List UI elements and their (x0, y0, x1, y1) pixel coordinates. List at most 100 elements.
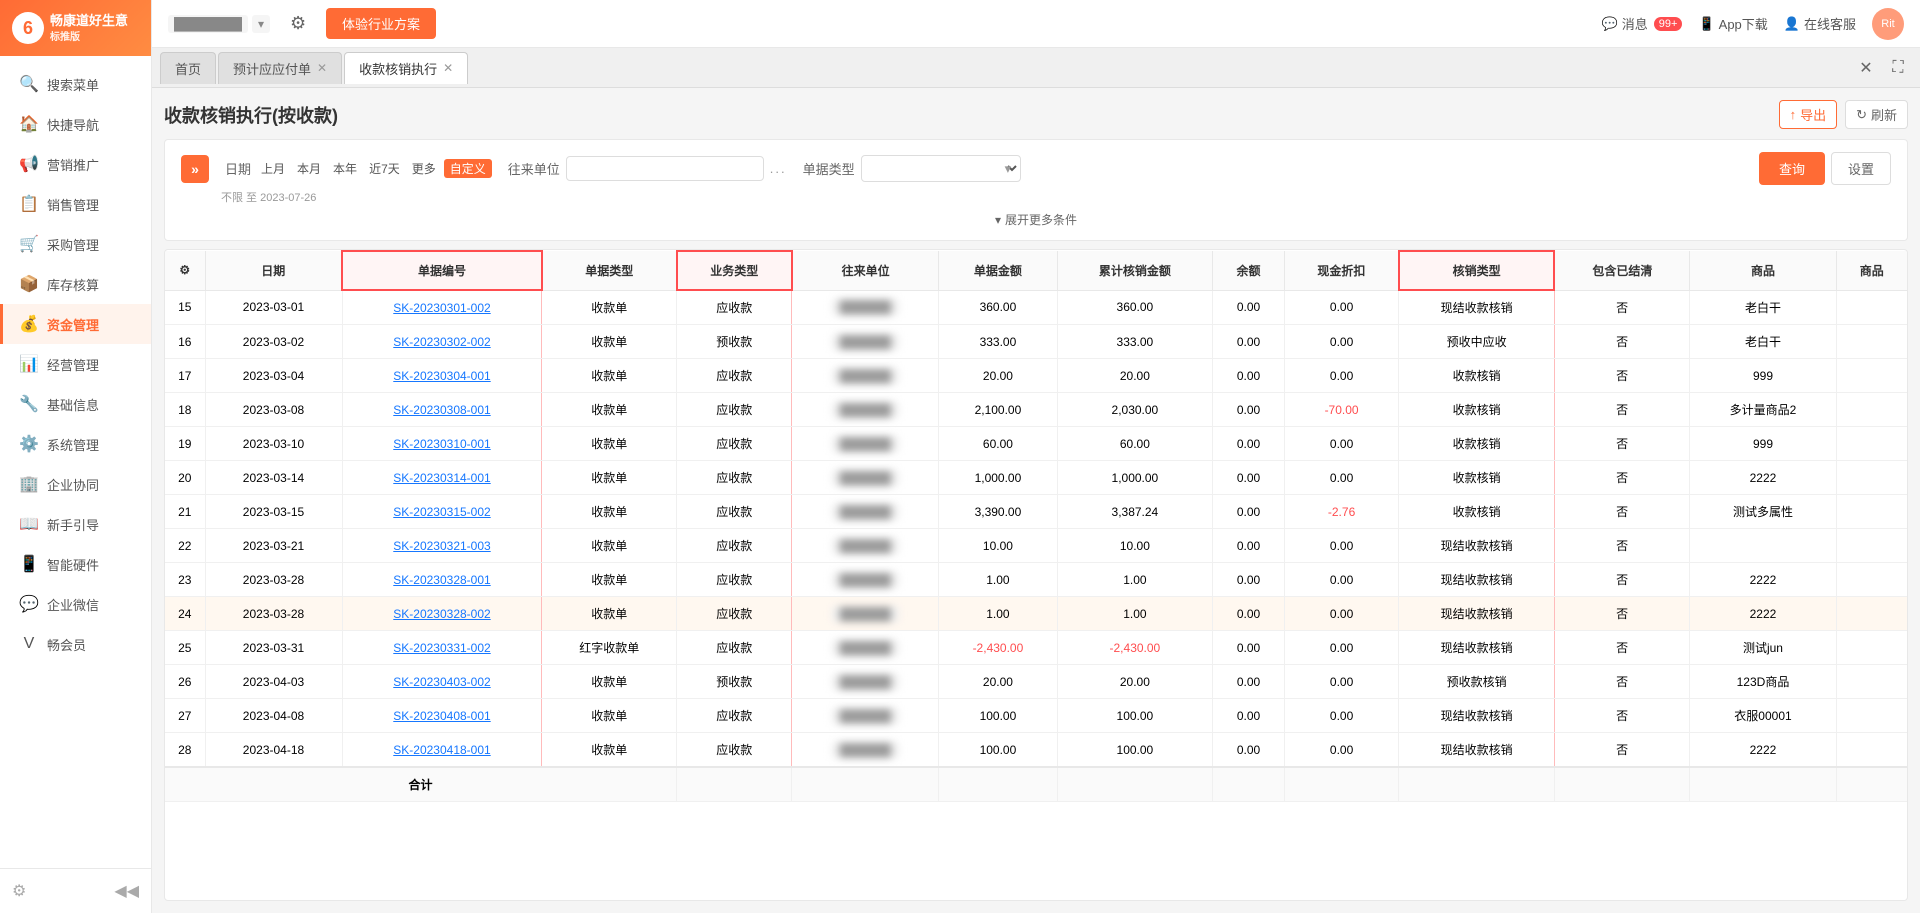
cell-goods2 (1836, 325, 1907, 359)
col-header-cumcancel[interactable]: 累计核销金额 (1057, 251, 1213, 290)
cell-singleno[interactable]: SK-20230304-001 (342, 359, 542, 393)
tab-collection[interactable]: 收款核销执行✕ (344, 52, 468, 84)
singleno-link[interactable]: SK-20230302-002 (393, 335, 490, 349)
cell-singleno[interactable]: SK-20230328-002 (342, 597, 542, 631)
col-header-includeclear[interactable]: 包含已结清 (1554, 251, 1689, 290)
sidebar-item-hardware[interactable]: 📱智能硬件 (0, 544, 151, 584)
date-custom-button[interactable]: 自定义 (444, 159, 492, 178)
cell-singleno[interactable]: SK-20230314-001 (342, 461, 542, 495)
cell-singleno[interactable]: SK-20230315-002 (342, 495, 542, 529)
filter-expand-button[interactable]: » (181, 155, 209, 183)
cell-singleno[interactable]: SK-20230321-003 (342, 529, 542, 563)
expand-more-button[interactable]: ▾ 展开更多条件 (181, 211, 1891, 228)
partner-value: ██████ (832, 334, 899, 350)
sidebar-item-purchase[interactable]: 🛒采购管理 (0, 224, 151, 264)
cell-amount: 100.00 (939, 733, 1057, 768)
cell-singleno[interactable]: SK-20230331-002 (342, 631, 542, 665)
tab-close-prepay[interactable]: ✕ (317, 61, 327, 75)
cell-singleno[interactable]: SK-20230308-001 (342, 393, 542, 427)
app-download-button[interactable]: 📱 App下载 (1698, 14, 1767, 33)
table-scroll[interactable]: ⚙日期单据编号单据类型业务类型往来单位单据金额累计核销金额余额现金折扣核销类型包… (165, 250, 1907, 900)
export-button[interactable]: ↑ 导出 (1779, 100, 1838, 129)
col-header-singleno[interactable]: 单据编号 (342, 251, 542, 290)
cell-singleno[interactable]: SK-20230301-002 (342, 290, 542, 325)
col-header-balance[interactable]: 余额 (1213, 251, 1285, 290)
sidebar-item-search[interactable]: 🔍搜索菜单 (0, 64, 151, 104)
online-service-button[interactable]: 👤 在线客服 (1784, 14, 1856, 33)
message-button[interactable]: 💬 消息 99+ (1602, 14, 1683, 33)
sidebar-item-basics[interactable]: 🔧基础信息 (0, 384, 151, 424)
footer-value-cumcancel (1057, 767, 1213, 802)
singleno-link[interactable]: SK-20230331-002 (393, 641, 490, 655)
cell-singleno[interactable]: SK-20230408-001 (342, 699, 542, 733)
singleno-link[interactable]: SK-20230403-002 (393, 675, 490, 689)
sidebar-item-quicknav[interactable]: 🏠快捷导航 (0, 104, 151, 144)
singleno-link[interactable]: SK-20230328-001 (393, 573, 490, 587)
tab-home[interactable]: 首页 (160, 52, 216, 84)
singleno-link[interactable]: SK-20230315-002 (393, 505, 490, 519)
date-shortcut-更多[interactable]: 更多 (408, 158, 440, 179)
collapse-icon[interactable]: ◀◀ (114, 881, 139, 901)
col-header-amount[interactable]: 单据金额 (939, 251, 1057, 290)
org-selector[interactable]: ████████ ▾ (168, 15, 270, 33)
singleno-link[interactable]: SK-20230314-001 (393, 471, 490, 485)
date-shortcut-本月[interactable]: 本月 (293, 158, 325, 179)
singleno-link[interactable]: SK-20230328-002 (393, 607, 490, 621)
singleno-link[interactable]: SK-20230408-001 (393, 709, 490, 723)
refresh-button[interactable]: ↻ 刷新 (1845, 100, 1908, 129)
cell-singleno[interactable]: SK-20230310-001 (342, 427, 542, 461)
singleno-link[interactable]: SK-20230301-002 (393, 301, 490, 315)
sidebar-item-sales[interactable]: 📋销售管理 (0, 184, 151, 224)
cell-singleno[interactable]: SK-20230328-001 (342, 563, 542, 597)
industry-solution-button[interactable]: 体验行业方案 (326, 8, 436, 39)
col-header-partner[interactable]: 往来单位 (792, 251, 939, 290)
singleno-link[interactable]: SK-20230310-001 (393, 437, 490, 451)
partner-dots[interactable]: ... (770, 161, 787, 176)
sidebar-item-corp[interactable]: 🏢企业协同 (0, 464, 151, 504)
tab-close-collection[interactable]: ✕ (443, 61, 453, 75)
partner-value: ██████ (832, 436, 899, 452)
date-shortcut-本年[interactable]: 本年 (329, 158, 361, 179)
partner-value: ██████ (832, 538, 899, 554)
col-header-goods2[interactable]: 商品 (1836, 251, 1907, 290)
sidebar-item-finance[interactable]: 💰资金管理 (0, 304, 151, 344)
tab-prepay[interactable]: 预计应应付单✕ (218, 52, 342, 84)
org-name[interactable]: ████████ (168, 15, 248, 33)
cell-amount: 1.00 (939, 563, 1057, 597)
sidebar-item-ops[interactable]: 📊经营管理 (0, 344, 151, 384)
singleno-link[interactable]: SK-20230304-001 (393, 369, 490, 383)
gear-icon[interactable]: ⚙ (12, 881, 26, 901)
singleno-link[interactable]: SK-20230308-001 (393, 403, 490, 417)
cell-singleno[interactable]: SK-20230403-002 (342, 665, 542, 699)
partner-input[interactable] (566, 156, 764, 181)
close-tab-button[interactable]: ✕ (1852, 54, 1880, 82)
col-header-saletype[interactable]: 核销类型 (1399, 251, 1555, 290)
cell-cumcancel: 10.00 (1057, 529, 1213, 563)
voucher-type-select[interactable] (861, 155, 1021, 182)
sidebar-item-system[interactable]: ⚙️系统管理 (0, 424, 151, 464)
sidebar-item-wechat[interactable]: 💬企业微信 (0, 584, 151, 624)
col-header-goods[interactable]: 商品 (1690, 251, 1836, 290)
singleno-link[interactable]: SK-20230321-003 (393, 539, 490, 553)
sidebar-item-guide[interactable]: 📖新手引导 (0, 504, 151, 544)
singleno-link[interactable]: SK-20230418-001 (393, 743, 490, 757)
cell-singleno[interactable]: SK-20230302-002 (342, 325, 542, 359)
sidebar-item-member[interactable]: V畅会员 (0, 624, 151, 664)
column-setting-button[interactable]: 设置 (1831, 152, 1891, 185)
user-avatar[interactable]: Rit (1872, 8, 1904, 40)
date-shortcut-上月[interactable]: 上月 (257, 158, 289, 179)
fullscreen-button[interactable]: ⛶ (1884, 54, 1912, 82)
sidebar-item-inventory[interactable]: 📦库存核算 (0, 264, 151, 304)
settings-button[interactable]: ⚙ (282, 8, 314, 40)
cell-goods2 (1836, 529, 1907, 563)
date-shortcut-近7天[interactable]: 近7天 (365, 158, 404, 179)
cell-singleno[interactable]: SK-20230418-001 (342, 733, 542, 768)
sidebar-item-marketing[interactable]: 📢营销推广 (0, 144, 151, 184)
col-header-singletype[interactable]: 单据类型 (542, 251, 677, 290)
col-header-idx[interactable]: ⚙ (165, 251, 205, 290)
col-header-cashdiscount[interactable]: 现金折扣 (1284, 251, 1399, 290)
query-button[interactable]: 查询 (1759, 152, 1825, 185)
col-header-date[interactable]: 日期 (205, 251, 342, 290)
export-icon: ↑ (1790, 107, 1797, 122)
col-header-biztype[interactable]: 业务类型 (677, 251, 792, 290)
